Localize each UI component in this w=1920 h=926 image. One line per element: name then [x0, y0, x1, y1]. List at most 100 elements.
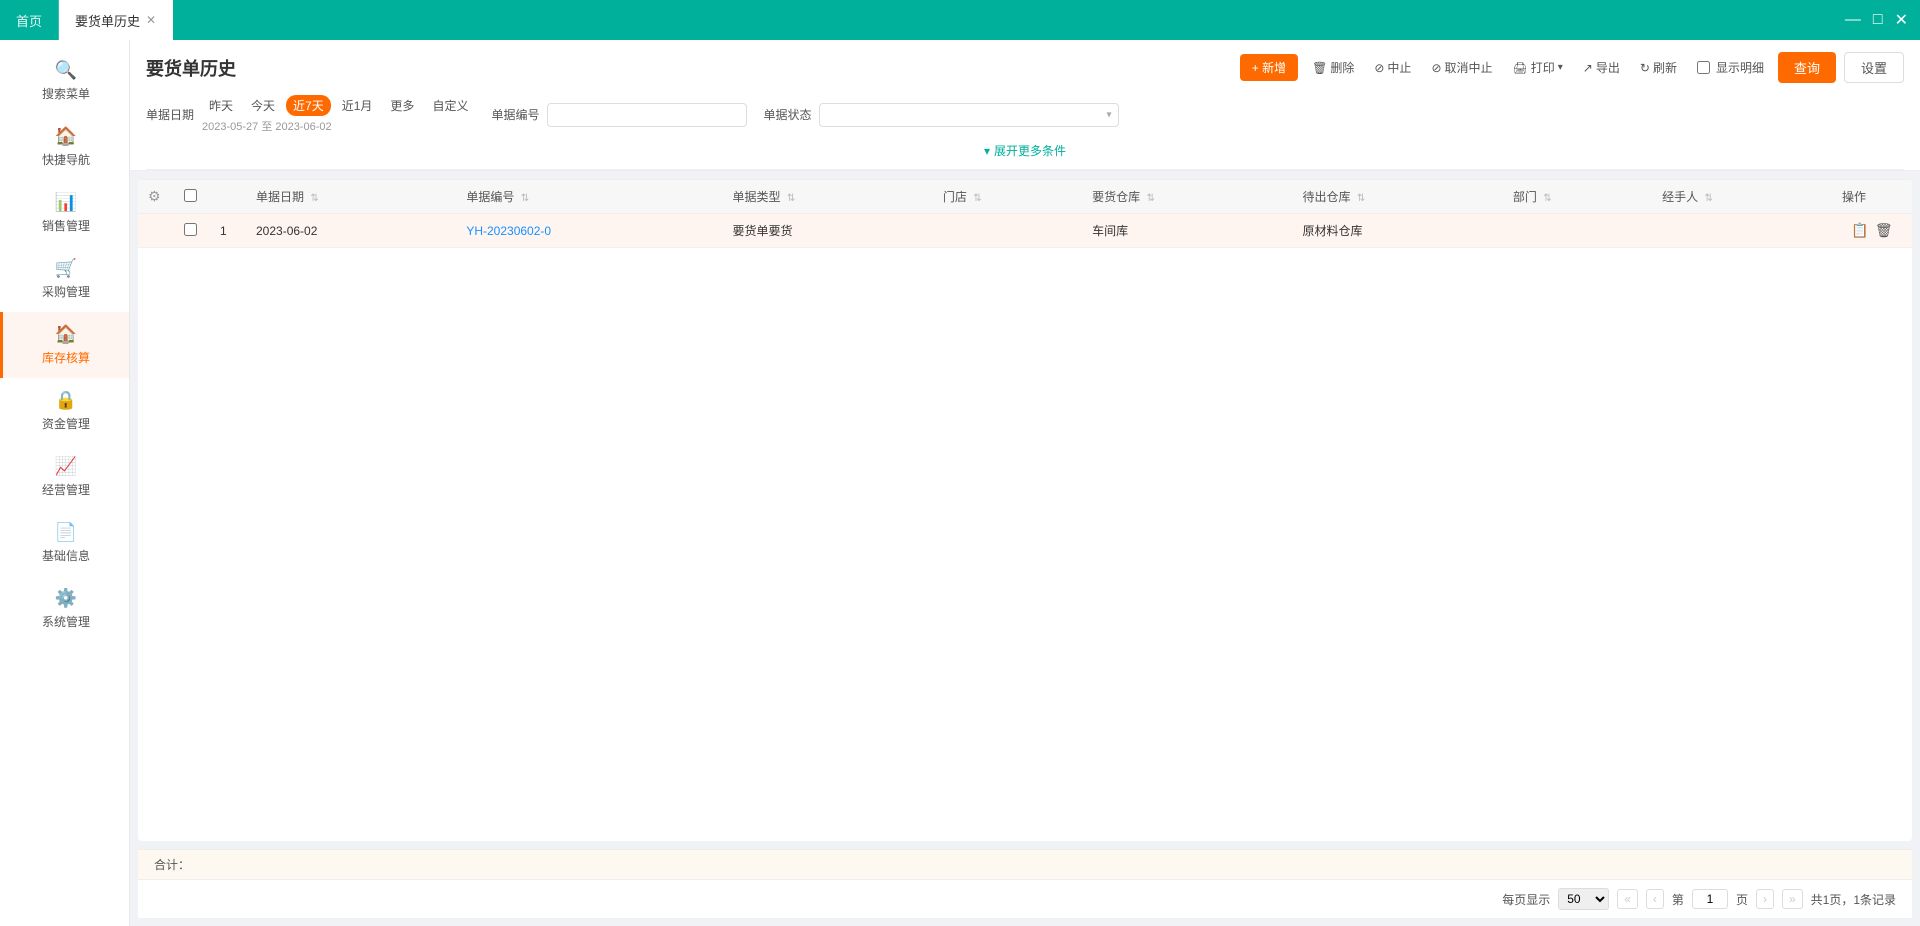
- sidebar-item-finance-mgmt[interactable]: 🔒 资金管理: [0, 378, 129, 444]
- date-option-yesterday[interactable]: 昨天: [202, 95, 240, 116]
- refresh-icon: ↻: [1640, 61, 1650, 75]
- sidebar-item-search-menu[interactable]: 🔍 搜索菜单: [0, 48, 129, 114]
- sort-handler-icon[interactable]: ⇅: [1705, 193, 1713, 204]
- first-page-button[interactable]: «: [1617, 889, 1638, 909]
- edit-action-icon[interactable]: 📋: [1851, 222, 1868, 239]
- expand-label: 展开更多条件: [994, 142, 1066, 159]
- doc-status-label: 单据状态: [763, 106, 811, 123]
- new-button[interactable]: + 新增: [1240, 54, 1298, 81]
- select-all-checkbox[interactable]: [184, 189, 197, 202]
- date-filter-label: 单据日期: [146, 106, 194, 123]
- th-doc-number: 单据编号 ⇅: [456, 180, 722, 214]
- maximize-icon[interactable]: □: [1873, 11, 1883, 29]
- refresh-button[interactable]: ↻ 刷新: [1634, 55, 1683, 80]
- tab-home[interactable]: 首页: [0, 0, 59, 40]
- query-button[interactable]: 查询: [1778, 52, 1836, 83]
- date-filter-group: 单据日期 昨天 今天 近7天 近1月 更多 自定义 2023-05-27 至 2…: [146, 95, 475, 134]
- row-doc-type-cell: 要货单要货: [723, 214, 933, 248]
- cancel-stop-button[interactable]: ⊘ 取消中止: [1425, 55, 1498, 80]
- date-option-more[interactable]: 更多: [383, 95, 421, 116]
- export-button-label: 导出: [1596, 59, 1620, 76]
- basic-info-icon: 📄: [55, 522, 77, 543]
- date-option-today[interactable]: 今天: [244, 95, 282, 116]
- th-req-warehouse: 要货仓库 ⇅: [1082, 180, 1292, 214]
- system-mgmt-icon: ⚙️: [55, 588, 77, 609]
- sort-dept-icon[interactable]: ⇅: [1543, 193, 1551, 204]
- page-size-select[interactable]: 50 20 100: [1558, 888, 1609, 910]
- expand-more-button[interactable]: ▾ 展开更多条件: [146, 142, 1904, 159]
- sort-doc-number-icon[interactable]: ⇅: [521, 193, 529, 204]
- page-title: 要货单历史: [146, 55, 236, 81]
- doc-status-select-wrapper: [819, 103, 1119, 127]
- new-button-label: + 新增: [1252, 59, 1286, 76]
- sidebar: 🔍 搜索菜单 🏠 快捷导航 📊 销售管理 🛒 采购管理 🏠 库存核算 🔒 资金管…: [0, 40, 130, 926]
- close-window-icon[interactable]: ✕: [1895, 10, 1908, 30]
- sidebar-item-operations-mgmt-label: 经营管理: [42, 481, 90, 498]
- top-bar: 首页 要货单历史 ✕ — □ ✕: [0, 0, 1920, 40]
- row-checkbox[interactable]: [184, 223, 197, 236]
- doc-status-select[interactable]: [819, 103, 1119, 127]
- purchase-mgmt-icon: 🛒: [55, 258, 77, 279]
- sidebar-item-purchase-mgmt[interactable]: 🛒 采购管理: [0, 246, 129, 312]
- th-doc-date-label: 单据日期: [256, 190, 304, 204]
- sort-pending-warehouse-icon[interactable]: ⇅: [1357, 193, 1365, 204]
- delete-button[interactable]: 🗑 删除: [1306, 55, 1360, 80]
- last-page-button[interactable]: »: [1782, 889, 1803, 909]
- stop-icon: ⊘: [1374, 61, 1384, 75]
- delete-action-icon[interactable]: 🗑: [1875, 222, 1893, 239]
- sales-mgmt-icon: 📊: [55, 192, 77, 213]
- row-doc-number-cell[interactable]: YH-20230602-0: [456, 214, 722, 248]
- th-action-label: 操作: [1842, 190, 1866, 204]
- date-range-display: 2023-05-27 至 2023-06-02: [202, 118, 475, 134]
- doc-number-label: 单据编号: [491, 106, 539, 123]
- table-footer: 合计：: [138, 849, 1912, 879]
- show-detail-label: 显示明细: [1716, 59, 1764, 76]
- tab-requisition-history[interactable]: 要货单历史 ✕: [59, 0, 173, 40]
- show-detail-checkbox[interactable]: [1697, 61, 1710, 74]
- th-pending-warehouse-label: 待出仓库: [1303, 190, 1351, 204]
- sort-doc-type-icon[interactable]: ⇅: [787, 193, 795, 204]
- table-row: 1 2023-06-02 YH-20230602-0 要货单要货 车间库 原材料…: [138, 214, 1912, 248]
- current-page-input[interactable]: [1692, 889, 1728, 909]
- doc-number-input[interactable]: [547, 103, 747, 127]
- sort-req-warehouse-icon[interactable]: ⇅: [1147, 193, 1155, 204]
- sidebar-item-basic-info[interactable]: 📄 基础信息: [0, 510, 129, 576]
- sort-store-icon[interactable]: ⇅: [973, 193, 981, 204]
- table-settings-icon[interactable]: ⚙: [148, 188, 161, 204]
- delete-button-label: 删除: [1330, 59, 1354, 76]
- tab-close-icon[interactable]: ✕: [146, 13, 156, 27]
- doc-number-link[interactable]: YH-20230602-0: [466, 224, 551, 238]
- page-size-label: 每页显示: [1502, 891, 1550, 908]
- page-header: 要货单历史 + 新增 🗑 删除 ⊘ 中止 ⊘ 取消中止: [130, 40, 1920, 171]
- next-page-button[interactable]: ›: [1756, 889, 1774, 909]
- th-handler: 经手人 ⇅: [1652, 180, 1832, 214]
- sidebar-item-search-menu-label: 搜索菜单: [42, 85, 90, 102]
- settings-button[interactable]: 设置: [1844, 52, 1904, 83]
- filter-row: 单据日期 昨天 今天 近7天 近1月 更多 自定义 2023-05-27 至 2…: [146, 95, 1904, 134]
- date-option-last1month[interactable]: 近1月: [335, 95, 380, 116]
- th-store: 门店 ⇅: [933, 180, 1082, 214]
- doc-number-filter-group: 单据编号: [491, 103, 747, 127]
- content-area: 要货单历史 + 新增 🗑 删除 ⊘ 中止 ⊘ 取消中止: [130, 40, 1920, 926]
- minimize-icon[interactable]: —: [1845, 11, 1861, 29]
- show-detail-toggle[interactable]: 显示明细: [1691, 55, 1770, 80]
- export-button[interactable]: ↗ 导出: [1577, 55, 1626, 80]
- th-dept: 部门 ⇅: [1503, 180, 1652, 214]
- print-button[interactable]: 🖨 打印 ▾: [1507, 55, 1569, 80]
- sidebar-item-inventory[interactable]: 🏠 库存核算: [0, 312, 129, 378]
- sidebar-item-sales-mgmt[interactable]: 📊 销售管理: [0, 180, 129, 246]
- stop-button[interactable]: ⊘ 中止: [1368, 55, 1417, 80]
- sidebar-item-operations-mgmt[interactable]: 📈 经营管理: [0, 444, 129, 510]
- sidebar-item-sales-mgmt-label: 销售管理: [42, 217, 90, 234]
- th-req-warehouse-label: 要货仓库: [1092, 190, 1140, 204]
- print-button-label: 打印: [1531, 59, 1555, 76]
- date-option-custom[interactable]: 自定义: [425, 95, 475, 116]
- sidebar-item-system-mgmt[interactable]: ⚙️ 系统管理: [0, 576, 129, 642]
- date-option-last7days[interactable]: 近7天: [286, 95, 331, 116]
- footer-label: 合计：: [154, 858, 190, 872]
- sort-doc-date-icon[interactable]: ⇅: [310, 193, 318, 204]
- tab-requisition-history-label: 要货单历史: [75, 11, 140, 30]
- sidebar-item-quick-nav[interactable]: 🏠 快捷导航: [0, 114, 129, 180]
- main-layout: 🔍 搜索菜单 🏠 快捷导航 📊 销售管理 🛒 采购管理 🏠 库存核算 🔒 资金管…: [0, 40, 1920, 926]
- prev-page-button[interactable]: ‹: [1646, 889, 1664, 909]
